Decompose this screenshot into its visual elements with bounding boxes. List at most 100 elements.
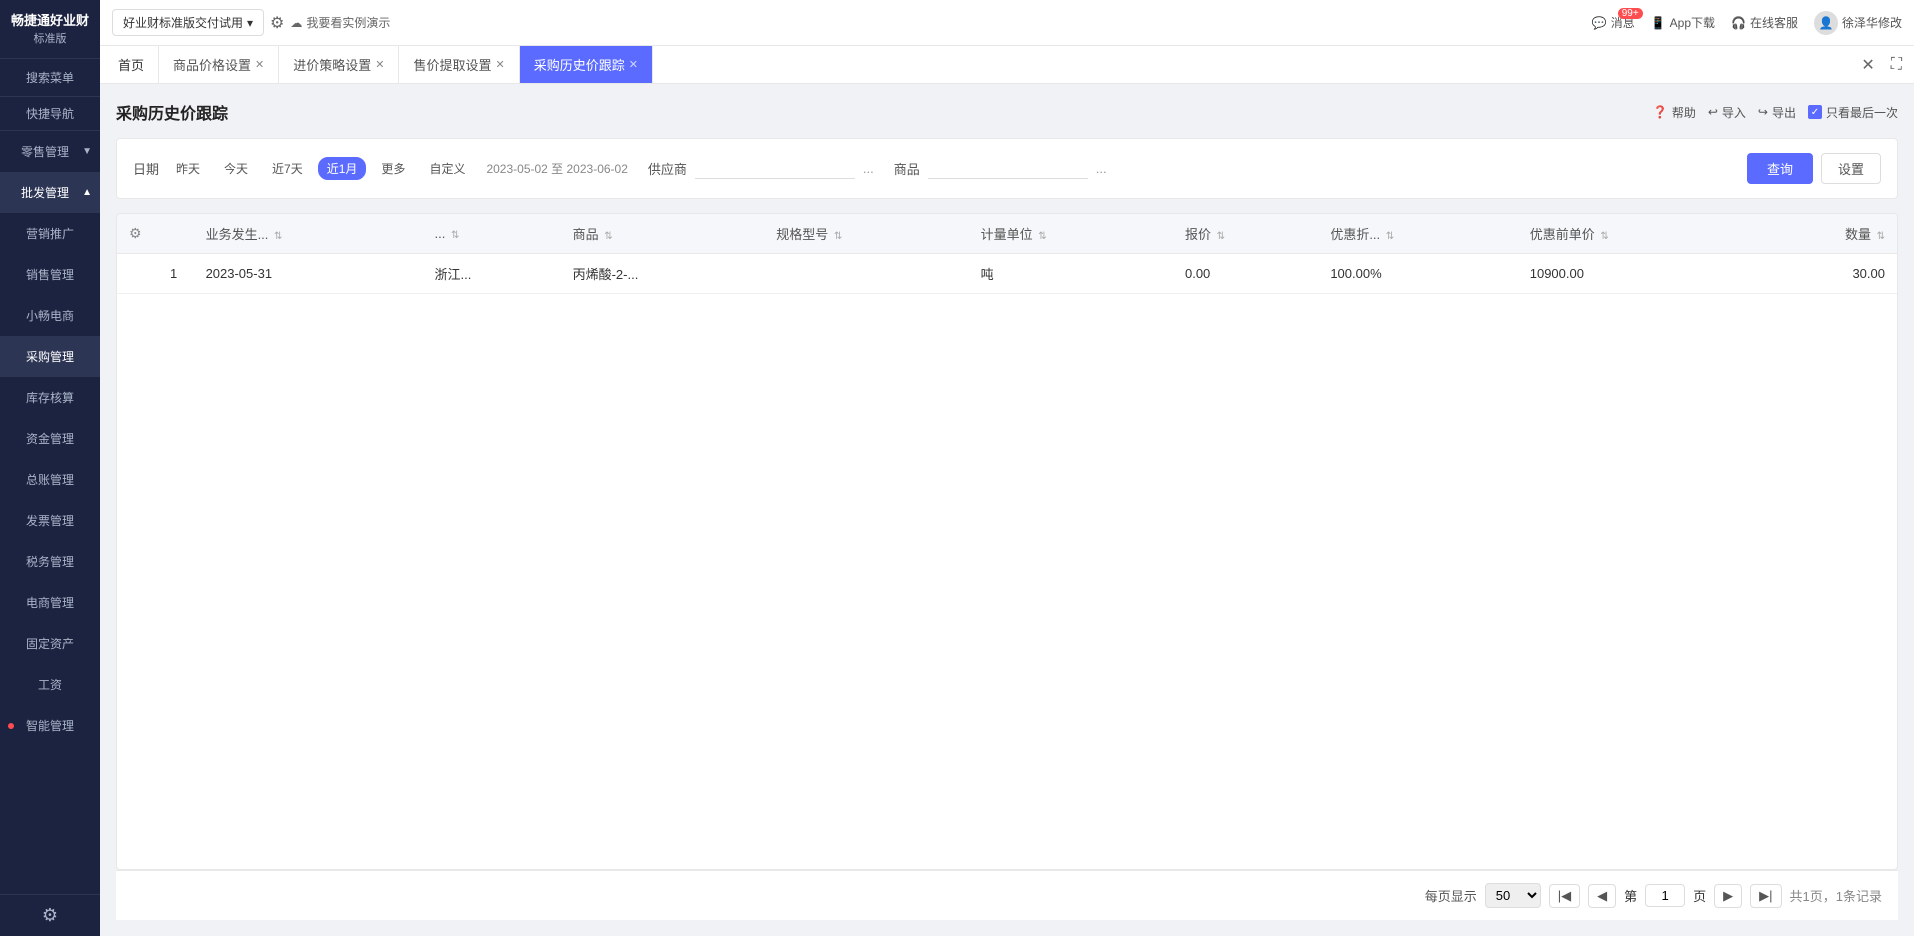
settings-button[interactable]: 设置 bbox=[1821, 153, 1881, 184]
filter-row: 日期 昨天 今天 近7天 近1月 更多 自定义 2023-05-02 至 202… bbox=[133, 153, 1881, 184]
topbar-demo[interactable]: ☁ 我要看实例演示 bbox=[290, 14, 390, 31]
page-prev-btn[interactable]: ◀ bbox=[1588, 884, 1616, 908]
demo-label: 我要看实例演示 bbox=[306, 14, 390, 31]
date-custom[interactable]: 自定义 bbox=[420, 157, 474, 180]
tab-history[interactable]: 采购历史价跟踪 ✕ bbox=[520, 46, 653, 84]
goods-label: 商品 bbox=[894, 159, 920, 178]
checkbox-icon: ✓ bbox=[1808, 105, 1822, 119]
main-area: 好业财标准版交付试用 ▾ ⚙ ☁ 我要看实例演示 💬 消息 99+ 📱 App下… bbox=[100, 0, 1914, 936]
date-more[interactable]: 更多 bbox=[372, 157, 414, 180]
col-extra[interactable]: ... ⇅ bbox=[423, 214, 561, 254]
sidebar-item-salary-label: 工资 bbox=[8, 676, 92, 693]
sidebar-item-ecom-label: 电商管理 bbox=[8, 594, 92, 611]
message-icon: 💬 bbox=[1592, 16, 1607, 30]
only-last-label: 只看最后一次 bbox=[1826, 104, 1898, 121]
message-badge: 99+ bbox=[1618, 8, 1643, 19]
sidebar-item-ledger[interactable]: 总账管理 bbox=[0, 459, 100, 500]
tab-home[interactable]: 首页 bbox=[104, 46, 159, 84]
table-row[interactable]: 1 2023-05-31 浙江... 丙烯酸-2-... 吨 0.00 100.… bbox=[117, 254, 1897, 294]
sidebar-item-retail[interactable]: 零售管理 ▼ bbox=[0, 131, 100, 172]
col-date[interactable]: 业务发生... ⇅ bbox=[194, 214, 423, 254]
export-btn[interactable]: ↪ 导出 bbox=[1758, 104, 1796, 121]
col-gear[interactable]: ⚙ bbox=[117, 214, 154, 254]
page-first-btn[interactable]: |◀ bbox=[1549, 884, 1580, 908]
row-unit: 吨 bbox=[969, 254, 1173, 294]
topbar-message[interactable]: 💬 消息 99+ bbox=[1592, 14, 1635, 31]
page-next-btn[interactable]: ▶ bbox=[1714, 884, 1742, 908]
col-unit[interactable]: 计量单位 ⇅ bbox=[969, 214, 1173, 254]
col-spec[interactable]: 规格型号 ⇅ bbox=[764, 214, 968, 254]
goods-input[interactable] bbox=[928, 159, 1088, 179]
tab-strategy[interactable]: 进价策略设置 ✕ bbox=[279, 46, 399, 84]
col-orig-price-label: 优惠前单价 bbox=[1530, 227, 1595, 242]
supplier-input[interactable] bbox=[695, 159, 855, 179]
sidebar: 畅捷通好业财 标准版 搜索菜单 快捷导航 零售管理 ▼ 批发管理 ▲ 营销推广 … bbox=[0, 0, 100, 936]
tab-price-close[interactable]: ✕ bbox=[255, 58, 264, 71]
sidebar-item-ledger-label: 总账管理 bbox=[8, 471, 92, 488]
product-selector[interactable]: 好业财标准版交付试用 ▾ bbox=[112, 9, 264, 36]
sidebar-item-purchase[interactable]: 采购管理 bbox=[0, 336, 100, 377]
sidebar-item-inventory[interactable]: 库存核算 bbox=[0, 377, 100, 418]
date-1month[interactable]: 近1月 bbox=[318, 157, 367, 180]
goods-more[interactable]: ... bbox=[1096, 161, 1107, 176]
sidebar-item-ecom[interactable]: 电商管理 bbox=[0, 582, 100, 623]
date-today[interactable]: 今天 bbox=[215, 157, 257, 180]
sidebar-item-sales[interactable]: 销售管理 bbox=[0, 254, 100, 295]
sidebar-item-wholesale[interactable]: 批发管理 ▲ bbox=[0, 172, 100, 213]
col-date-label: 业务发生... bbox=[206, 227, 269, 242]
topbar-settings-icon[interactable]: ⚙ bbox=[270, 13, 284, 33]
sidebar-item-finance[interactable]: 资金管理 bbox=[0, 418, 100, 459]
row-goods: 丙烯酸-2-... bbox=[561, 254, 765, 294]
date-yesterday[interactable]: 昨天 bbox=[167, 157, 209, 180]
import-btn[interactable]: ↩ 导入 bbox=[1708, 104, 1746, 121]
sort-qty-icon: ⇅ bbox=[1877, 231, 1885, 242]
sidebar-item-smart[interactable]: 智能管理 bbox=[0, 705, 100, 746]
sidebar-quicknav[interactable]: 快捷导航 bbox=[0, 97, 100, 131]
sidebar-item-salary[interactable]: 工资 bbox=[0, 664, 100, 705]
supplier-more[interactable]: ... bbox=[863, 161, 874, 176]
col-unit-label: 计量单位 bbox=[981, 227, 1033, 242]
gear-icon[interactable]: ⚙ bbox=[129, 225, 142, 241]
sidebar-bottom-settings[interactable]: ⚙ bbox=[0, 894, 100, 936]
filter-panel: 日期 昨天 今天 近7天 近1月 更多 自定义 2023-05-02 至 202… bbox=[116, 138, 1898, 199]
help-btn[interactable]: ❓ 帮助 bbox=[1653, 104, 1696, 121]
sidebar-item-invoice[interactable]: 发票管理 bbox=[0, 500, 100, 541]
tab-strategy-close[interactable]: ✕ bbox=[375, 58, 384, 71]
sidebar-item-ecom-small[interactable]: 小畅电商 bbox=[0, 295, 100, 336]
tab-expand-btn[interactable]: ⛶ bbox=[1887, 52, 1906, 78]
user-info[interactable]: 👤 徐泽华修改 bbox=[1814, 11, 1902, 35]
topbar-app-download[interactable]: 📱 App下载 bbox=[1651, 14, 1715, 31]
date-7days[interactable]: 近7天 bbox=[263, 157, 312, 180]
tab-sale-close[interactable]: ✕ bbox=[496, 58, 505, 71]
sidebar-item-smart-label: 智能管理 bbox=[8, 717, 92, 734]
col-goods[interactable]: 商品 ⇅ bbox=[561, 214, 765, 254]
sidebar-item-marketing-label: 营销推广 bbox=[8, 225, 92, 242]
tab-price[interactable]: 商品价格设置 ✕ bbox=[159, 46, 279, 84]
sort-discount-icon: ⇅ bbox=[1386, 231, 1394, 242]
tab-history-close[interactable]: ✕ bbox=[629, 58, 638, 71]
tab-sale[interactable]: 售价提取设置 ✕ bbox=[399, 46, 519, 84]
page-input[interactable] bbox=[1645, 884, 1685, 907]
sidebar-item-retail-label: 零售管理 bbox=[8, 143, 82, 160]
product-name: 好业财标准版交付试用 bbox=[123, 14, 243, 31]
sidebar-item-tax[interactable]: 税务管理 bbox=[0, 541, 100, 582]
only-last-checkbox[interactable]: ✓ 只看最后一次 bbox=[1808, 104, 1898, 121]
sidebar-search[interactable]: 搜索菜单 bbox=[0, 59, 100, 97]
sidebar-item-fixed[interactable]: 固定资产 bbox=[0, 623, 100, 664]
tab-close-btn[interactable]: ✕ bbox=[1857, 51, 1878, 79]
col-qty[interactable]: 数量 ⇅ bbox=[1752, 214, 1897, 254]
col-orig-price[interactable]: 优惠前单价 ⇅ bbox=[1518, 214, 1752, 254]
row-orig-price: 10900.00 bbox=[1518, 254, 1752, 294]
col-discount[interactable]: 优惠折... ⇅ bbox=[1318, 214, 1517, 254]
topbar-online-service[interactable]: 🎧 在线客服 bbox=[1731, 14, 1798, 31]
phone-icon: 📱 bbox=[1651, 16, 1666, 30]
sort-price-icon: ⇅ bbox=[1217, 231, 1225, 242]
search-label: 搜索菜单 bbox=[26, 71, 74, 85]
page-last-btn[interactable]: ▶| bbox=[1750, 884, 1781, 908]
query-button[interactable]: 查询 bbox=[1747, 153, 1813, 184]
sidebar-item-marketing[interactable]: 营销推广 bbox=[0, 213, 100, 254]
page-size-select[interactable]: 50 100 200 bbox=[1485, 883, 1541, 908]
tab-price-label: 商品价格设置 bbox=[173, 55, 251, 74]
col-price[interactable]: 报价 ⇅ bbox=[1173, 214, 1318, 254]
table-header-row: ⚙ 业务发生... ⇅ ... ⇅ 商品 ⇅ bbox=[117, 214, 1897, 254]
